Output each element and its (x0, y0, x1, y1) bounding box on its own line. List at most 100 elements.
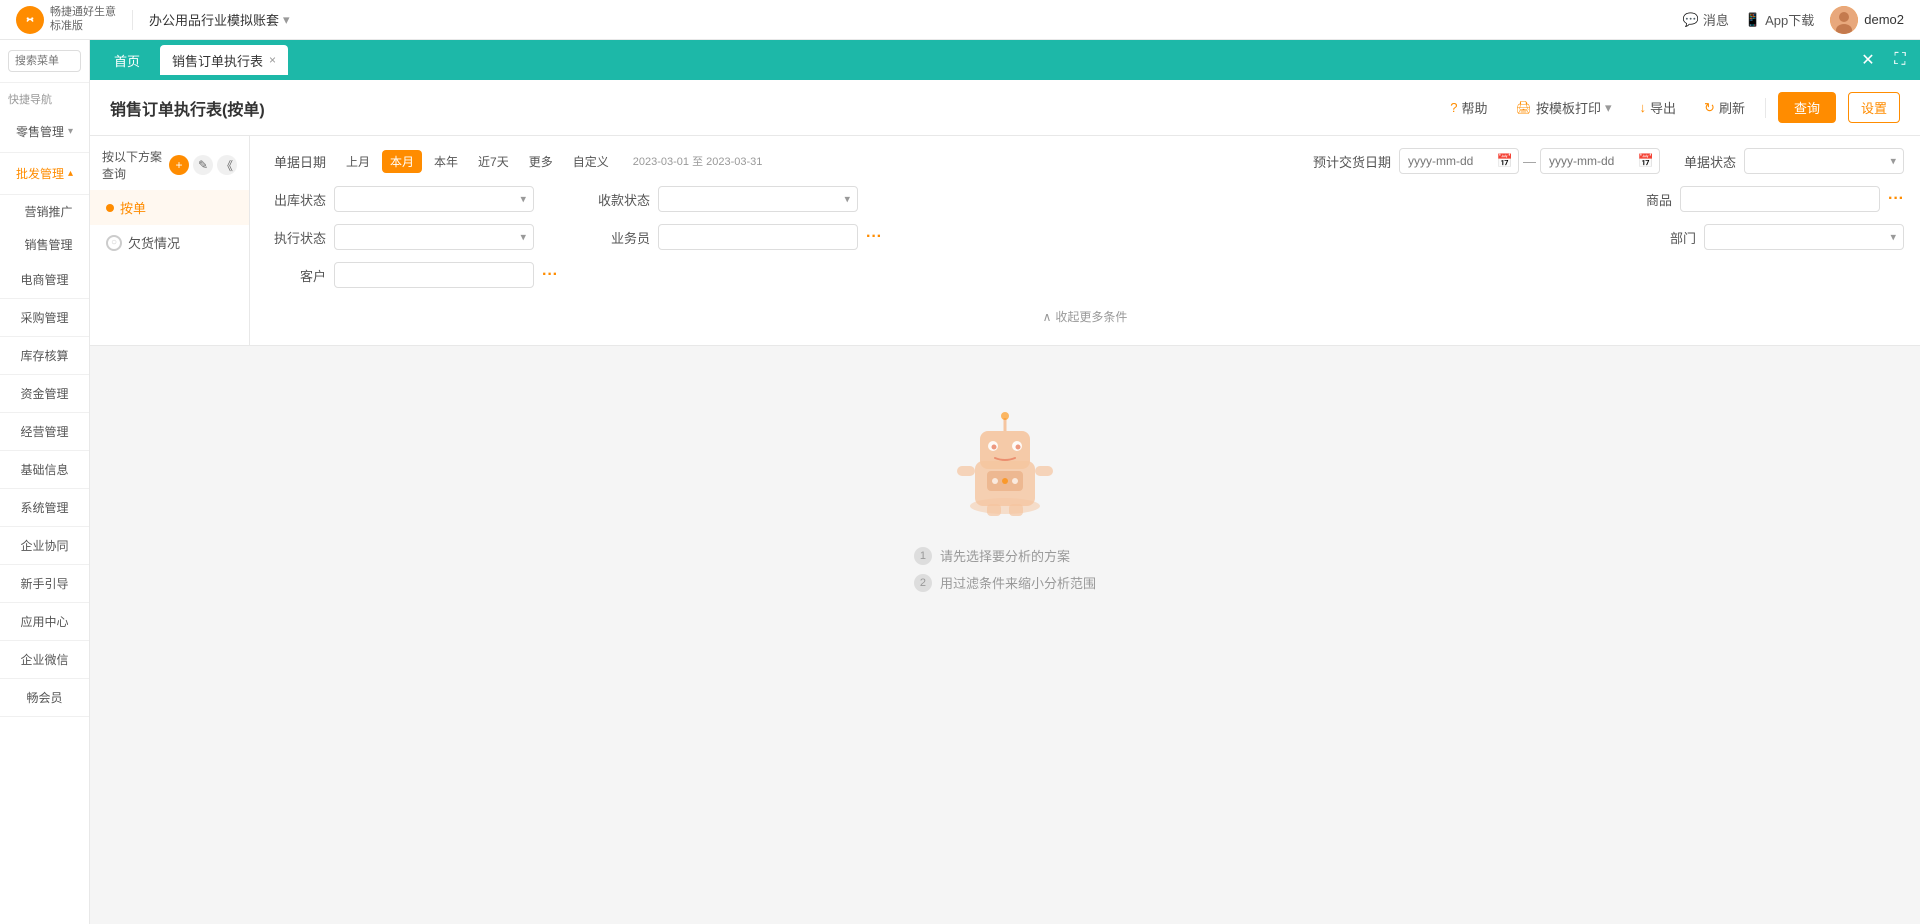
date-range-display: 2023-03-01 至 2023-03-31 (633, 153, 763, 169)
date-quick-buttons: 上月 本月 本年 近7天 更多 自定义 (338, 150, 617, 173)
sidebar-item-wholesale[interactable]: 批发管理 ▴ (0, 153, 89, 195)
expected-date-range: 📅 — 📅 (1399, 148, 1660, 174)
minimize-icon: ✕ (1861, 50, 1874, 70)
btn-this-year[interactable]: 本年 (426, 150, 466, 173)
salesperson-more-button[interactable]: ··· (866, 228, 882, 246)
filter-field-date: 单据日期 上月 本月 本年 近7天 更多 自定义 (266, 150, 617, 173)
receipt-select[interactable] (658, 186, 858, 212)
user-name: demo2 (1864, 12, 1904, 27)
print-arrow-icon: ▾ (1605, 100, 1612, 116)
exec-status-label: 执行状态 (266, 228, 326, 247)
logo-icon (16, 6, 44, 34)
btn-more[interactable]: 更多 (521, 150, 561, 173)
maximize-button[interactable]: ⛶ (1888, 48, 1912, 72)
btn-last-7days[interactable]: 近7天 (470, 150, 517, 173)
btn-custom[interactable]: 自定义 (565, 150, 617, 173)
tip-number-1: 1 (914, 547, 932, 565)
app-download-button[interactable]: 📱 App下载 (1745, 10, 1814, 29)
refresh-button[interactable]: ↻ 刷新 (1696, 94, 1753, 121)
btn-this-month[interactable]: 本月 (382, 150, 422, 173)
sidebar-item-basic-info[interactable]: 基础信息 (0, 451, 89, 489)
tab-bar: 首页 销售订单执行表 × ✕ ⛶ (90, 40, 1920, 80)
exec-status-select-wrapper (334, 224, 534, 250)
sidebar-item-operation[interactable]: 经营管理 (0, 413, 89, 451)
expected-date-start-input[interactable] (1399, 148, 1519, 174)
sidebar-item-member[interactable]: 畅会员 (0, 679, 89, 717)
dept-select[interactable] (1704, 224, 1904, 250)
sidebar-sub-item-marketing[interactable]: 营销推广 (0, 195, 89, 228)
search-input[interactable] (8, 50, 81, 72)
btn-last-month[interactable]: 上月 (338, 150, 378, 173)
sidebar-item-purchase[interactable]: 采购管理 (0, 299, 89, 337)
sidebar-item-system[interactable]: 系统管理 (0, 489, 89, 527)
message-button[interactable]: 💬 消息 (1683, 10, 1729, 29)
tab-home[interactable]: 首页 (98, 40, 156, 80)
sidebar-item-finance[interactable]: 资金管理 (0, 375, 89, 413)
tab-close-button[interactable]: × (269, 53, 276, 67)
expected-date-end: 📅 (1540, 148, 1660, 174)
collapse-bar[interactable]: ∧ 收起更多条件 (266, 300, 1904, 333)
edit-scheme-button[interactable]: ✎ (193, 155, 213, 175)
tip-number-2: 2 (914, 574, 932, 592)
expected-date-end-input[interactable] (1540, 148, 1660, 174)
dept-select-wrapper (1704, 224, 1904, 250)
sidebar-item-newuser[interactable]: 新手引导 (0, 565, 89, 603)
filter-nav: 按以下方案查询 + ✎ 《 按单 ○ 欠货情况 (90, 136, 250, 345)
filter-field-customer: 客户 ··· (266, 262, 558, 288)
filter-nav-item-backorder[interactable]: ○ 欠货情况 (90, 225, 249, 260)
filter-nav-item-byorder[interactable]: 按单 (90, 190, 249, 225)
sidebar-sub-item-sales[interactable]: 销售管理 (0, 228, 89, 261)
minimize-button[interactable]: ✕ (1856, 48, 1880, 72)
salesperson-input[interactable] (658, 224, 858, 250)
filter-field-doc-status: 单据状态 (1676, 148, 1904, 174)
customer-input[interactable] (334, 262, 534, 288)
user-area[interactable]: demo2 (1830, 6, 1904, 34)
doc-status-label: 单据状态 (1676, 152, 1736, 171)
customer-more-button[interactable]: ··· (542, 266, 558, 284)
filter-row-4: 客户 ··· (266, 262, 1904, 288)
dept-label: 部门 (1636, 228, 1696, 247)
filter-field-exec-status: 执行状态 (266, 224, 534, 250)
collapse-nav-button[interactable]: 《 (217, 155, 237, 175)
message-icon: 💬 (1683, 12, 1699, 28)
salesperson-label: 业务员 (590, 228, 650, 247)
empty-illustration (945, 406, 1065, 526)
add-scheme-button[interactable]: + (169, 155, 189, 175)
sidebar-item-wechat[interactable]: 企业微信 (0, 641, 89, 679)
filter-panel: 按以下方案查询 + ✎ 《 按单 ○ 欠货情况 (90, 136, 1920, 346)
exec-status-select[interactable] (334, 224, 534, 250)
doc-status-select[interactable] (1744, 148, 1904, 174)
product-more-button[interactable]: ··· (1888, 190, 1904, 208)
sidebar-item-retail[interactable]: 零售管理 ▾ (0, 111, 89, 153)
settings-button[interactable]: 设置 (1848, 92, 1900, 123)
export-icon: ↓ (1640, 100, 1647, 115)
outbound-label: 出库状态 (266, 190, 326, 209)
tab-sales-exec[interactable]: 销售订单执行表 × (160, 45, 288, 75)
empty-tip-2: 2 用过滤条件来缩小分析范围 (914, 573, 1096, 592)
filter-row-3: 执行状态 业务员 ··· (266, 224, 1904, 250)
help-icon: ? (1450, 100, 1457, 115)
main-layout: 快捷导航 零售管理 ▾ 批发管理 ▴ 营销推广 销售管理 电商管理 采购管理 库… (0, 40, 1920, 924)
sidebar-search-area (0, 40, 89, 83)
page-header-actions: ? 帮助 🖨 按模板打印 ▾ ↓ 导出 ↻ 刷新 (1442, 92, 1900, 123)
product-input[interactable] (1680, 186, 1880, 212)
query-button[interactable]: 查询 (1778, 92, 1836, 123)
collapse-label: 收起更多条件 (1055, 308, 1127, 325)
help-button[interactable]: ? 帮助 (1442, 94, 1495, 121)
outbound-select[interactable] (334, 186, 534, 212)
filter-field-receipt: 收款状态 (590, 186, 858, 212)
top-header: 畅捷通好生意 标准版 办公用品行业模拟账套 ▾ 💬 消息 📱 App下载 (0, 0, 1920, 40)
print-button[interactable]: 🖨 按模板打印 ▾ (1507, 94, 1619, 121)
breadcrumb[interactable]: 办公用品行业模拟账套 ▾ (149, 10, 290, 29)
sidebar-item-inventory[interactable]: 库存核算 (0, 337, 89, 375)
sidebar-item-appcenter[interactable]: 应用中心 (0, 603, 89, 641)
sidebar-item-ecommerce[interactable]: 电商管理 (0, 261, 89, 299)
empty-state: 1 请先选择要分析的方案 2 用过滤条件来缩小分析范围 (90, 346, 1920, 660)
page-header: 销售订单执行表(按单) ? 帮助 🖨 按模板打印 ▾ ↓ 导出 (90, 80, 1920, 136)
export-button[interactable]: ↓ 导出 (1632, 94, 1685, 121)
sidebar-nav-label: 快捷导航 (0, 83, 89, 111)
sidebar-item-enterprise[interactable]: 企业协同 (0, 527, 89, 565)
sidebar: 快捷导航 零售管理 ▾ 批发管理 ▴ 营销推广 销售管理 电商管理 采购管理 库… (0, 40, 90, 924)
tab-bar-right: ✕ ⛶ (1856, 48, 1912, 72)
doc-status-select-wrapper (1744, 148, 1904, 174)
